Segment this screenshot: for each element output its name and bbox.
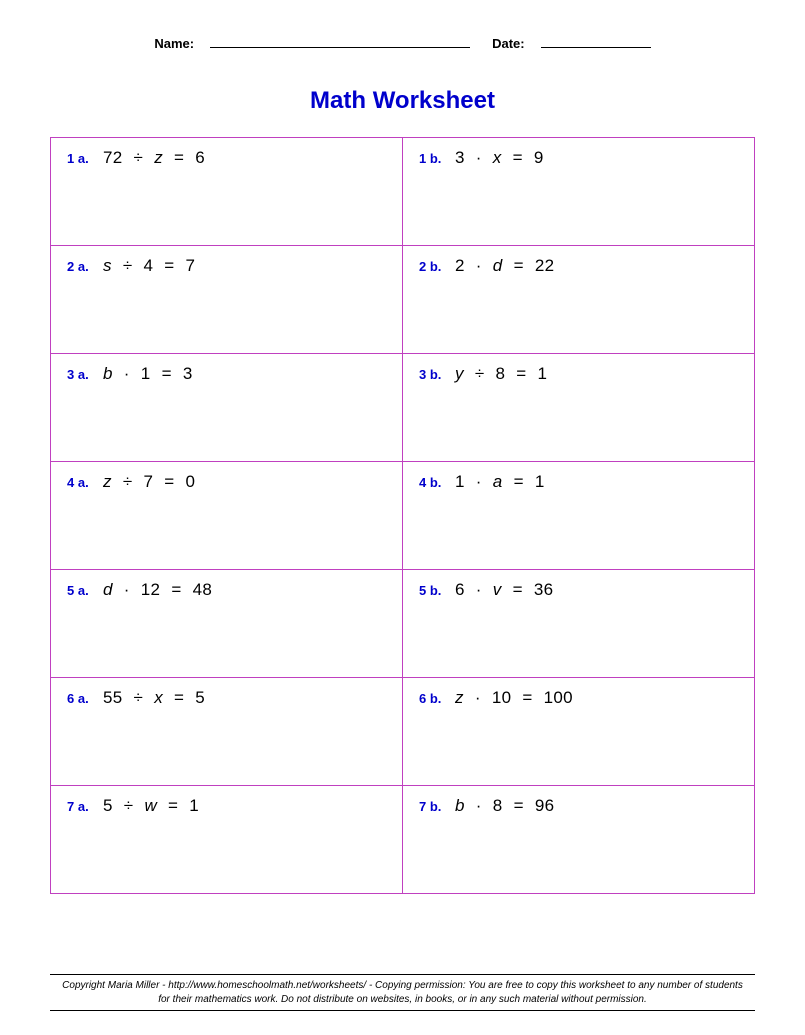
name-label: Name: <box>154 36 194 51</box>
worksheet-grid: 1 a. 72 ÷ z = 6 1 b. 3 · x = 9 2 a. s ÷ 4 = 7… <box>50 137 755 894</box>
page-title: Math Worksheet <box>50 87 755 115</box>
problem-label: 1 a. <box>67 151 97 166</box>
problem-equation: z · 10 = 100 <box>455 688 573 707</box>
problem-equation: 72 ÷ z = 6 <box>103 148 205 167</box>
problem-label: 2 b. <box>419 259 449 274</box>
problem-cell: 2 a. s ÷ 4 = 7 <box>51 246 403 354</box>
problem-label: 4 b. <box>419 475 449 490</box>
problem-cell: 6 a. 55 ÷ x = 5 <box>51 678 403 786</box>
problem-equation: b · 8 = 96 <box>455 796 554 815</box>
date-label: Date: <box>492 36 525 51</box>
problem-label: 5 a. <box>67 583 97 598</box>
problem-equation: 6 · v = 36 <box>455 580 553 599</box>
problem-equation: d · 12 = 48 <box>103 580 212 599</box>
problem-equation: b · 1 = 3 <box>103 364 193 383</box>
copyright-footer: Copyright Maria Miller - http://www.home… <box>50 974 755 1011</box>
name-field-line <box>210 34 470 48</box>
problem-cell: 4 a. z ÷ 7 = 0 <box>51 462 403 570</box>
problem-cell: 5 b. 6 · v = 36 <box>403 570 755 678</box>
problem-cell: 7 a. 5 ÷ w = 1 <box>51 786 403 894</box>
problem-cell: 1 b. 3 · x = 9 <box>403 138 755 246</box>
problem-label: 7 a. <box>67 799 97 814</box>
problem-equation: s ÷ 4 = 7 <box>103 256 195 275</box>
problem-equation: z ÷ 7 = 0 <box>103 472 195 491</box>
problem-label: 1 b. <box>419 151 449 166</box>
problem-label: 5 b. <box>419 583 449 598</box>
problem-equation: y ÷ 8 = 1 <box>455 364 547 383</box>
problem-cell: 6 b. z · 10 = 100 <box>403 678 755 786</box>
problem-label: 7 b. <box>419 799 449 814</box>
problem-equation: 5 ÷ w = 1 <box>103 796 199 815</box>
problem-cell: 4 b. 1 · a = 1 <box>403 462 755 570</box>
problem-equation: 55 ÷ x = 5 <box>103 688 205 707</box>
header-line: Name: Date: <box>50 34 755 51</box>
problem-label: 2 a. <box>67 259 97 274</box>
date-field-line <box>541 34 651 48</box>
problem-label: 3 b. <box>419 367 449 382</box>
problem-cell: 7 b. b · 8 = 96 <box>403 786 755 894</box>
problem-cell: 3 a. b · 1 = 3 <box>51 354 403 462</box>
problem-equation: 3 · x = 9 <box>455 148 544 167</box>
problem-cell: 5 a. d · 12 = 48 <box>51 570 403 678</box>
problem-equation: 2 · d = 22 <box>455 256 554 275</box>
problem-equation: 1 · a = 1 <box>455 472 545 491</box>
problem-cell: 2 b. 2 · d = 22 <box>403 246 755 354</box>
problem-label: 4 a. <box>67 475 97 490</box>
problem-label: 3 a. <box>67 367 97 382</box>
problem-label: 6 a. <box>67 691 97 706</box>
problem-cell: 1 a. 72 ÷ z = 6 <box>51 138 403 246</box>
problem-cell: 3 b. y ÷ 8 = 1 <box>403 354 755 462</box>
problem-label: 6 b. <box>419 691 449 706</box>
